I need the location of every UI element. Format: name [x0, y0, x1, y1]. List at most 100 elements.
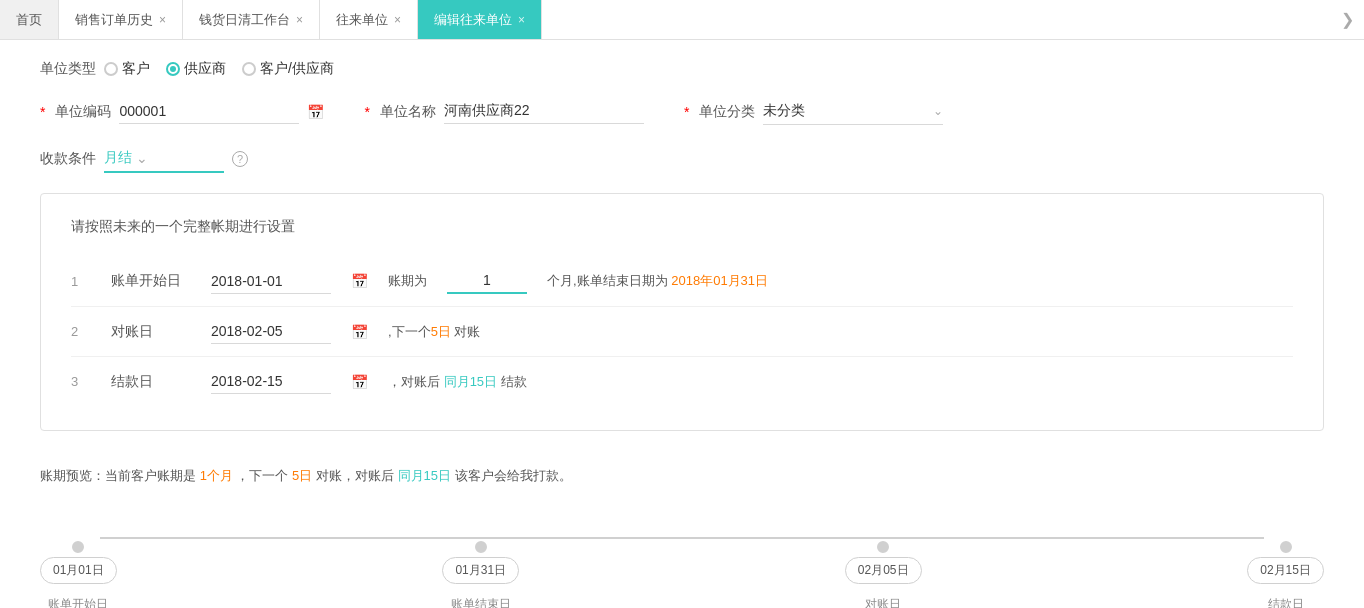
unit-name-field: * 单位名称 — [364, 99, 643, 124]
tab-cash-daily-label: 钱货日清工作台 — [199, 11, 290, 29]
tab-sales-history-label: 销售订单历史 — [75, 11, 153, 29]
tab-home-label: 首页 — [16, 11, 42, 29]
tab-contacts-label: 往来单位 — [336, 11, 388, 29]
tab-bar: 首页 销售订单历史 × 钱货日清工作台 × 往来单位 × 编辑往来单位 × ❯ — [0, 0, 1364, 40]
billing-row-1-calendar-icon[interactable]: 📅 — [351, 273, 368, 289]
preview-middle1: ，下一个 — [236, 468, 288, 483]
preview-highlight3: 同月15日 — [398, 468, 451, 483]
billing-row-3-label: 结款日 — [111, 373, 191, 391]
payment-condition-arrow-icon: ⌄ — [136, 150, 148, 166]
radio-supplier-label: 供应商 — [184, 60, 226, 78]
timeline-bubble-1: 01月31日 — [442, 557, 519, 584]
preview-section: 账期预览：当前客户账期是 1个月 ，下一个 5日 对账，对账后 同月15日 该客… — [40, 451, 1324, 501]
radio-both-circle — [242, 62, 256, 76]
billing-row-2-calendar-icon[interactable]: 📅 — [351, 324, 368, 340]
unit-info-row: * 单位编码 📅 * 单位名称 * 单位分类 未分类 ⌄ — [40, 98, 1324, 125]
unit-type-field: 单位类型 客户 供应商 客户/供应商 — [40, 60, 334, 78]
unit-code-field: * 单位编码 📅 — [40, 99, 324, 124]
billing-row-2-desc: ,下一个5日 对账 — [388, 323, 480, 341]
timeline: 01月01日 账单开始日 01月31日 账单结束日 02月05日 对账日 02月… — [40, 521, 1324, 608]
billing-row-1-num: 1 — [71, 274, 91, 289]
tab-edit-contacts-close[interactable]: × — [518, 13, 525, 27]
radio-supplier[interactable]: 供应商 — [166, 60, 226, 78]
unit-name-star: * — [364, 104, 369, 120]
unit-type-label: 单位类型 — [40, 60, 96, 78]
billing-row-3-desc: ，对账后 同月15日 结款 — [388, 373, 527, 391]
billing-row-2: 2 对账日 📅 ,下一个5日 对账 — [71, 307, 1293, 357]
radio-supplier-circle — [166, 62, 180, 76]
billing-row-3: 3 结款日 📅 ，对账后 同月15日 结款 — [71, 357, 1293, 406]
billing-end-date: 2018年01月31日 — [671, 273, 768, 288]
radio-customer-label: 客户 — [122, 60, 150, 78]
radio-customer-circle — [104, 62, 118, 76]
tab-sales-history[interactable]: 销售订单历史 × — [59, 0, 183, 39]
tab-contacts[interactable]: 往来单位 × — [320, 0, 418, 39]
unit-category-field: * 单位分类 未分类 ⌄ — [684, 98, 943, 125]
timeline-bubble-2: 02月05日 — [845, 557, 922, 584]
billing-row-2-date[interactable] — [211, 319, 331, 344]
unit-name-label: 单位名称 — [380, 103, 436, 121]
billing-row-3-highlight: 同月15日 — [444, 374, 497, 389]
timeline-label-2: 对账日 — [865, 596, 901, 608]
preview-highlight1: 1个月 — [200, 468, 233, 483]
billing-row-3-calendar-icon[interactable]: 📅 — [351, 374, 368, 390]
timeline-dot-1 — [475, 541, 487, 553]
payment-condition-value: 月结 — [104, 149, 132, 167]
tab-cash-daily[interactable]: 钱货日清工作台 × — [183, 0, 320, 39]
tab-edit-contacts[interactable]: 编辑往来单位 × — [418, 0, 542, 39]
preview-highlight2: 5日 — [292, 468, 312, 483]
timeline-node-0: 01月01日 账单开始日 — [40, 531, 117, 608]
main-content: 单位类型 客户 供应商 客户/供应商 * 单位编码 — [0, 40, 1364, 608]
billing-row-1-period-unit: 个月,账单结束日期为 2018年01月31日 — [547, 272, 768, 290]
billing-title: 请按照未来的一个完整帐期进行设置 — [71, 218, 1293, 236]
unit-type-row: 单位类型 客户 供应商 客户/供应商 — [40, 60, 1324, 78]
help-icon[interactable]: ? — [232, 151, 248, 167]
timeline-bubble-0: 01月01日 — [40, 557, 117, 584]
unit-category-arrow-icon: ⌄ — [933, 104, 943, 118]
unit-code-calendar-icon[interactable]: 📅 — [307, 104, 324, 120]
billing-period-input[interactable] — [447, 268, 527, 294]
billing-row-1-middle: 账期为 — [388, 272, 427, 290]
timeline-bubble-3: 02月15日 — [1247, 557, 1324, 584]
radio-both[interactable]: 客户/供应商 — [242, 60, 334, 78]
unit-category-star: * — [684, 104, 689, 120]
timeline-dot-0 — [72, 541, 84, 553]
preview-prefix: 账期预览：当前客户账期是 — [40, 468, 196, 483]
help-icon-label: ? — [237, 153, 243, 165]
unit-code-input[interactable] — [119, 99, 299, 124]
tab-home[interactable]: 首页 — [0, 0, 59, 39]
tab-sales-history-close[interactable]: × — [159, 13, 166, 27]
unit-category-select[interactable]: 未分类 ⌄ — [763, 98, 943, 125]
billing-info-box: 请按照未来的一个完整帐期进行设置 1 账单开始日 📅 账期为 个月,账单结束日期… — [40, 193, 1324, 431]
unit-name-input[interactable] — [444, 99, 644, 124]
payment-condition-row: 收款条件 月结 ⌄ ? — [40, 145, 1324, 173]
payment-condition-label: 收款条件 — [40, 150, 96, 168]
tab-cash-daily-close[interactable]: × — [296, 13, 303, 27]
radio-customer[interactable]: 客户 — [104, 60, 150, 78]
payment-condition-select[interactable]: 月结 ⌄ — [104, 145, 224, 173]
unit-category-label: 单位分类 — [699, 103, 755, 121]
billing-row-2-label: 对账日 — [111, 323, 191, 341]
timeline-nodes: 01月01日 账单开始日 01月31日 账单结束日 02月05日 对账日 02月… — [40, 531, 1324, 608]
timeline-label-0: 账单开始日 — [48, 596, 108, 608]
tab-contacts-close[interactable]: × — [394, 13, 401, 27]
preview-middle2: 对账，对账后 — [316, 468, 394, 483]
payment-condition-field: 收款条件 月结 ⌄ ? — [40, 145, 248, 173]
billing-row-1-label: 账单开始日 — [111, 272, 191, 290]
unit-category-value: 未分类 — [763, 102, 933, 120]
timeline-node-2: 02月05日 对账日 — [845, 531, 922, 608]
timeline-node-1: 01月31日 账单结束日 — [442, 531, 519, 608]
billing-row-1-date[interactable] — [211, 269, 331, 294]
tab-edit-contacts-label: 编辑往来单位 — [434, 11, 512, 29]
timeline-node-3: 02月15日 结款日 — [1247, 531, 1324, 608]
billing-row-3-date[interactable] — [211, 369, 331, 394]
billing-row-1: 1 账单开始日 📅 账期为 个月,账单结束日期为 2018年01月31日 — [71, 256, 1293, 307]
timeline-label-1: 账单结束日 — [451, 596, 511, 608]
tab-more-arrow[interactable]: ❯ — [1331, 0, 1364, 39]
billing-row-2-highlight: 5日 — [431, 324, 451, 339]
unit-code-star: * — [40, 104, 45, 120]
billing-row-3-num: 3 — [71, 374, 91, 389]
timeline-dot-2 — [877, 541, 889, 553]
timeline-dot-3 — [1280, 541, 1292, 553]
unit-code-label: 单位编码 — [55, 103, 111, 121]
